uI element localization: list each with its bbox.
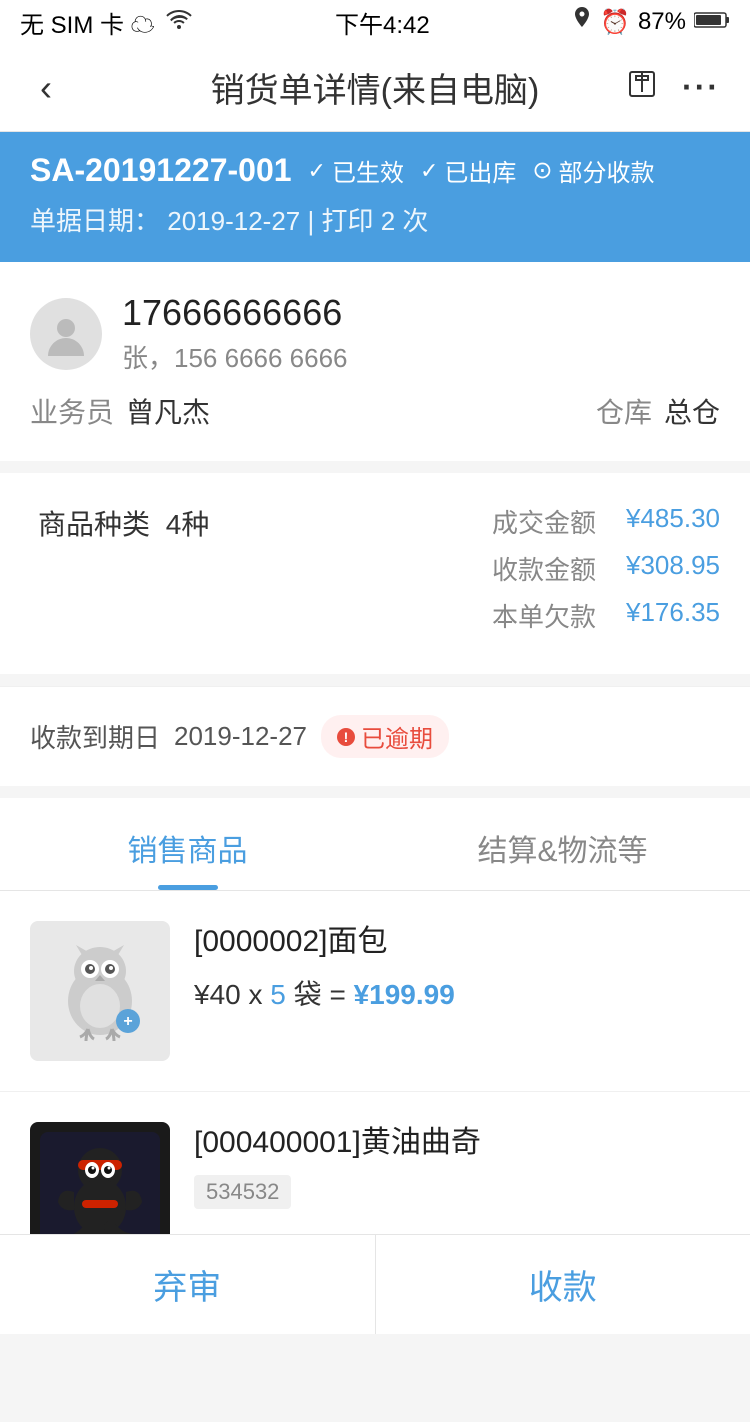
battery-text: 87% (638, 8, 686, 36)
nav-actions: ··· (626, 68, 720, 107)
bottom-bar: 弃审 收款 (0, 1234, 750, 1334)
back-button[interactable]: ‹ (30, 57, 62, 119)
received-amount-value: ¥308.95 (626, 550, 720, 587)
product-name-1: [0000002]面包 (194, 921, 720, 963)
badge-shipped: ✓ 已出库 (420, 153, 516, 188)
tabs-row: 销售商品 结算&物流等 (0, 798, 750, 890)
overdue-badge: ! 已逾期 (321, 715, 449, 758)
due-date-label: 收款到期日 (30, 718, 160, 755)
check-icon-2: ✓ (420, 158, 438, 184)
customer-phone: 17666666666 (122, 292, 348, 334)
received-amount-label: 收款金额 (492, 550, 596, 587)
order-id: SA-20191227-001 (30, 152, 292, 189)
customer-name-block: 17666666666 张，156 6666 6666 (122, 292, 348, 375)
warehouse-label: 仓库 (596, 391, 652, 431)
clock-icon: ⏰ (600, 8, 630, 37)
tab-settlement[interactable]: 结算&物流等 (375, 798, 750, 890)
product-image-1: + (30, 921, 170, 1061)
debt-amount-label: 本单欠款 (492, 597, 596, 634)
sales-label: 业务员 (30, 391, 114, 431)
customer-row: 17666666666 张，156 6666 6666 (30, 292, 720, 375)
debt-amount-value: ¥176.35 (626, 597, 720, 634)
status-time: 下午4:42 (335, 5, 430, 40)
overdue-text: 已逾期 (361, 719, 433, 754)
status-right: ⏰ 87% (572, 7, 730, 38)
debt-amount-row: 本单欠款 ¥176.35 (492, 597, 720, 634)
product-item-1: + [0000002]面包 ¥40 x 5 袋 = ¥199.99 (0, 891, 750, 1092)
amount-section: 商品种类 4种 成交金额 ¥485.30 收款金额 ¥308.95 本单欠款 ¥… (0, 473, 750, 674)
product-info-1: [0000002]面包 ¥40 x 5 袋 = ¥199.99 (194, 921, 720, 1013)
deal-amount-row: 成交金额 ¥485.30 (492, 503, 720, 540)
badge-effective: ✓ 已生效 (308, 153, 404, 188)
svg-text:+: + (123, 1013, 132, 1030)
order-meta: 单据日期： 2019-12-27 | 打印 2 次 (30, 201, 720, 238)
avatar (30, 298, 102, 370)
info-row: 业务员 曾凡杰 仓库 总仓 (30, 391, 720, 431)
badge-partial: ⊙ 部分收款 (532, 153, 654, 188)
product-sku-2: 534532 (194, 1175, 291, 1209)
collect-payment-button[interactable]: 收款 (376, 1235, 750, 1334)
deal-amount-value: ¥485.30 (626, 503, 720, 540)
location-icon (572, 7, 592, 38)
battery-icon (694, 8, 730, 36)
wifi-icon (165, 8, 193, 36)
customer-name-phone: 张，156 6666 6666 (122, 338, 348, 375)
overdue-icon: ! (337, 728, 355, 746)
check-icon-1: ✓ (308, 158, 326, 184)
product-price-1: ¥40 x 5 袋 = ¥199.99 (194, 973, 720, 1013)
nav-bar: ‹ 销货单详情(来自电脑) ··· (0, 44, 750, 132)
clock-small-icon: ⊙ (532, 156, 552, 185)
received-amount-row: 收款金额 ¥308.95 (492, 550, 720, 587)
due-date-value: 2019-12-27 (174, 721, 307, 752)
discard-review-button[interactable]: 弃审 (0, 1235, 376, 1334)
tabs-section: 销售商品 结算&物流等 (0, 798, 750, 891)
product-name-2: [000400001]黄油曲奇 (194, 1122, 720, 1164)
deal-amount-label: 成交金额 (492, 503, 596, 540)
product-types: 商品种类 4种 (30, 503, 209, 543)
customer-section: 17666666666 张，156 6666 6666 业务员 曾凡杰 仓库 总… (0, 262, 750, 461)
status-left: 无 SIM 卡 ☁ (20, 5, 193, 40)
page-title: 销货单详情(来自电脑) (211, 63, 540, 112)
more-icon[interactable]: ··· (682, 69, 720, 106)
order-header: SA-20191227-001 ✓ 已生效 ✓ 已出库 ⊙ 部分收款 单据日期：… (0, 132, 750, 262)
share-icon[interactable] (626, 68, 658, 107)
order-header-top: SA-20191227-001 ✓ 已生效 ✓ 已出库 ⊙ 部分收款 (30, 152, 720, 189)
tab-sales-products[interactable]: 销售商品 (0, 798, 375, 890)
signal-text: 无 SIM 卡 ☁ (20, 5, 155, 40)
warehouse-name: 总仓 (664, 391, 720, 431)
status-bar: 无 SIM 卡 ☁ 下午4:42 ⏰ 87% (0, 0, 750, 44)
sales-name: 曾凡杰 (126, 391, 210, 431)
due-section: 收款到期日 2019-12-27 ! 已逾期 (0, 686, 750, 786)
amounts-block: 成交金额 ¥485.30 收款金额 ¥308.95 本单欠款 ¥176.35 (492, 503, 720, 644)
